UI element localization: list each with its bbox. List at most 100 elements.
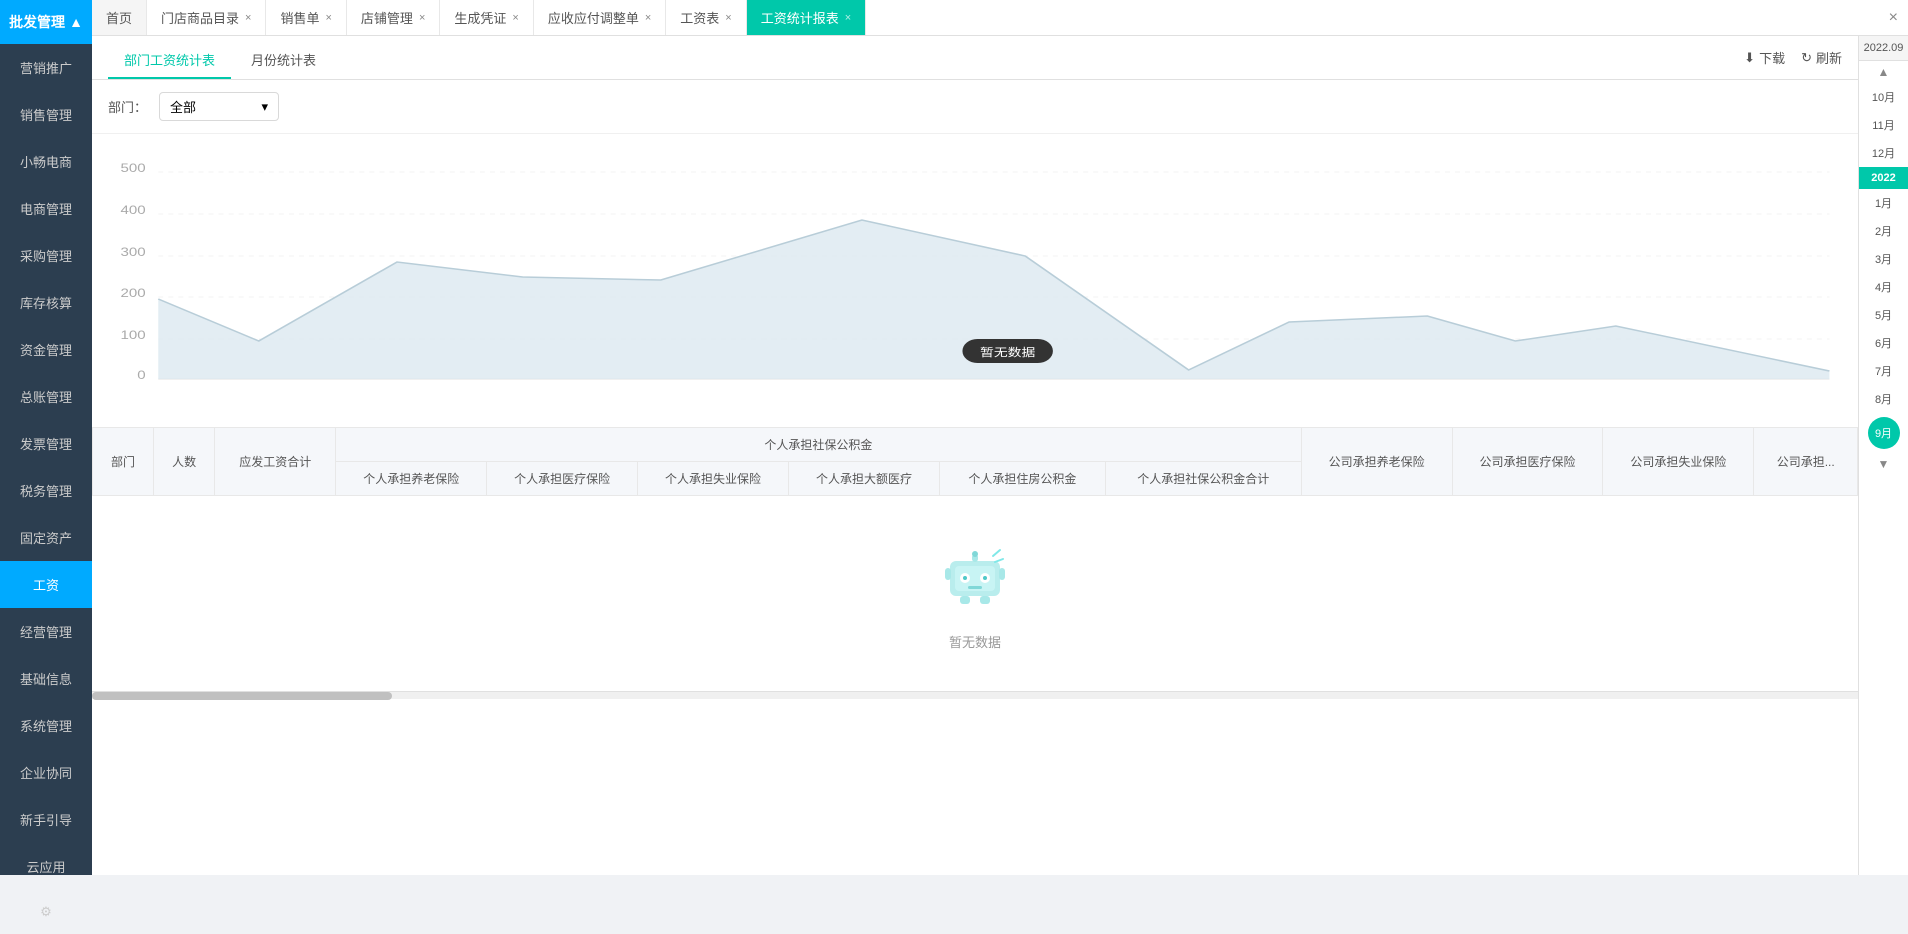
col-total-salary: 应发工资合计: [215, 428, 336, 496]
main-area: 首页 门店商品目录 × 销售单 × 店铺管理 × 生成凭证 × 应收应付调整单 …: [92, 0, 1908, 875]
settings-icon: ⚙: [40, 904, 52, 919]
tab-sales-order[interactable]: 销售单 ×: [266, 0, 346, 35]
download-action[interactable]: ⬇ 下载: [1744, 48, 1785, 67]
sub-tab-bar: 部门工资统计表 月份统计表 ⬇ 下载 ↻ 刷新: [92, 36, 1858, 80]
col-personal-large-medical: 个人承担大额医疗: [789, 462, 940, 496]
svg-text:300: 300: [121, 245, 147, 258]
dept-filter-select[interactable]: 全部 ▾: [159, 92, 279, 121]
sidebar-item-tax[interactable]: 税务管理: [0, 467, 92, 514]
tab-store-catalog[interactable]: 门店商品目录 ×: [147, 0, 266, 35]
col-company-medical: 公司承担医疗保险: [1452, 428, 1603, 496]
sidebar-item-ecommerce[interactable]: 电商管理: [0, 185, 92, 232]
sidebar-item-accounting[interactable]: 总账管理: [0, 373, 92, 420]
sidebar-item-cloud[interactable]: 云应用: [0, 843, 92, 890]
sub-tab-actions: ⬇ 下载 ↻ 刷新: [1744, 48, 1842, 67]
sidebar-item-guide[interactable]: 新手引导: [0, 796, 92, 843]
calendar-header: 2022.09: [1859, 36, 1908, 61]
sidebar-item-base[interactable]: 基础信息: [0, 655, 92, 702]
right-sidebar: 2022.09 ▲ 10月 11月 12月 2022 1月 2月 3月 4月 5…: [1858, 36, 1908, 875]
salary-chart: 0 100 200 300 400 500: [108, 144, 1842, 424]
cal-month-7[interactable]: 7月: [1859, 357, 1908, 385]
sidebar-settings[interactable]: ⚙: [0, 890, 92, 934]
cal-month-1[interactable]: 1月: [1859, 189, 1908, 217]
cal-month-4[interactable]: 4月: [1859, 273, 1908, 301]
sidebar-item-invoice[interactable]: 发票管理: [0, 420, 92, 467]
cal-month-10[interactable]: 10月: [1859, 83, 1908, 111]
tab-store-mgmt[interactable]: 店铺管理 ×: [347, 0, 440, 35]
sidebar-arrow: ▲: [69, 14, 83, 30]
no-data-icon: [935, 536, 1015, 616]
sidebar-item-system[interactable]: 系统管理: [0, 702, 92, 749]
cal-month-6[interactable]: 6月: [1859, 329, 1908, 357]
no-data-row: 暂无数据: [93, 496, 1858, 692]
cal-month-2[interactable]: 2月: [1859, 217, 1908, 245]
tab-close-produce-voucher[interactable]: ×: [512, 12, 518, 24]
no-data-text: 暂无数据: [949, 632, 1001, 651]
tab-receivable[interactable]: 应收应付调整单 ×: [534, 0, 666, 35]
col-personal-housing: 个人承担住房公积金: [939, 462, 1105, 496]
sidebar-item-marketing[interactable]: 营销推广: [0, 44, 92, 91]
tab-close-receivable[interactable]: ×: [645, 12, 651, 24]
tab-payroll-report[interactable]: 工资统计报表 ×: [747, 0, 866, 35]
col-company-more: 公司承担...: [1754, 428, 1858, 496]
col-personal-total: 个人承担社保公积金合计: [1105, 462, 1301, 496]
sidebar-item-finance[interactable]: 资金管理: [0, 326, 92, 373]
main-content: 部门工资统计表 月份统计表 ⬇ 下载 ↻ 刷新: [92, 36, 1858, 875]
cal-month-5[interactable]: 5月: [1859, 301, 1908, 329]
svg-text:400: 400: [121, 203, 147, 216]
tab-payroll[interactable]: 工资表 ×: [666, 0, 746, 35]
col-personal-unemploy: 个人承担失业保险: [638, 462, 789, 496]
no-data-container: 暂无数据: [93, 496, 1858, 691]
refresh-action[interactable]: ↻ 刷新: [1801, 48, 1842, 67]
table-container: 部门 人数 应发工资合计 个人承担社保公积金: [92, 427, 1858, 875]
tab-close-sales-order[interactable]: ×: [325, 12, 331, 24]
svg-text:500: 500: [121, 161, 147, 174]
tab-produce-voucher[interactable]: 生成凭证 ×: [440, 0, 533, 35]
tab-bar-close-all[interactable]: ×: [1889, 9, 1898, 27]
tab-close-payroll-report[interactable]: ×: [845, 12, 851, 24]
download-icon: ⬇: [1744, 50, 1755, 66]
sub-tab-dept-stats[interactable]: 部门工资统计表: [108, 42, 231, 79]
svg-text:100: 100: [121, 328, 147, 341]
sidebar-item-salary[interactable]: 工资: [0, 561, 92, 608]
tab-close-store-mgmt[interactable]: ×: [419, 12, 425, 24]
cal-month-12[interactable]: 12月: [1859, 139, 1908, 167]
sidebar-item-purchase[interactable]: 采购管理: [0, 232, 92, 279]
filter-bar: 部门： 全部 ▾: [92, 80, 1858, 134]
calendar-nav-up[interactable]: ▲: [1859, 61, 1908, 83]
calendar-months: 10月 11月 12月 2022 1月 2月 3月 4月 5月 6月 7月 8月…: [1859, 83, 1908, 453]
chart-container: 0 100 200 300 400 500: [92, 134, 1858, 427]
sidebar-title: 批发管理: [9, 12, 65, 32]
col-company-unemploy: 公司承担失业保险: [1603, 428, 1754, 496]
sidebar-item-sales[interactable]: 销售管理: [0, 91, 92, 138]
sub-tabs: 部门工资统计表 月份统计表: [108, 36, 332, 79]
sidebar-header[interactable]: 批发管理 ▲: [0, 0, 92, 44]
tab-close-store-catalog[interactable]: ×: [245, 12, 251, 24]
col-personal-pension: 个人承担养老保险: [336, 462, 487, 496]
cal-month-3[interactable]: 3月: [1859, 245, 1908, 273]
filter-label: 部门：: [108, 97, 147, 116]
sidebar: 批发管理 ▲ 营销推广 销售管理 小畅电商 电商管理 采购管理 库存核算 资金管…: [0, 0, 92, 875]
sidebar-item-assets[interactable]: 固定资产: [0, 514, 92, 561]
svg-text:0: 0: [137, 368, 146, 381]
cal-month-11[interactable]: 11月: [1859, 111, 1908, 139]
sidebar-item-operations[interactable]: 经营管理: [0, 608, 92, 655]
content-area: 部门工资统计表 月份统计表 ⬇ 下载 ↻ 刷新: [92, 36, 1908, 875]
tab-close-payroll[interactable]: ×: [725, 12, 731, 24]
svg-text:暂无数据: 暂无数据: [980, 345, 1035, 358]
col-dept: 部门: [93, 428, 154, 496]
tab-home[interactable]: 首页: [92, 0, 147, 35]
salary-table: 部门 人数 应发工资合计 个人承担社保公积金: [92, 427, 1858, 691]
scroll-bar-thumb[interactable]: [92, 692, 392, 700]
cal-month-8[interactable]: 8月: [1859, 385, 1908, 413]
sidebar-item-inventory[interactable]: 库存核算: [0, 279, 92, 326]
cal-year-2022[interactable]: 2022: [1859, 167, 1908, 189]
scroll-bar[interactable]: [92, 691, 1858, 699]
sub-tab-monthly-stats[interactable]: 月份统计表: [235, 42, 332, 79]
svg-text:200: 200: [121, 286, 147, 299]
sidebar-item-ecommerce-small[interactable]: 小畅电商: [0, 138, 92, 185]
col-company-pension: 公司承担养老保险: [1301, 428, 1452, 496]
cal-month-9-active[interactable]: 9月: [1868, 417, 1900, 449]
calendar-nav-down[interactable]: ▼: [1859, 453, 1908, 475]
sidebar-item-cooperation[interactable]: 企业协同: [0, 749, 92, 796]
